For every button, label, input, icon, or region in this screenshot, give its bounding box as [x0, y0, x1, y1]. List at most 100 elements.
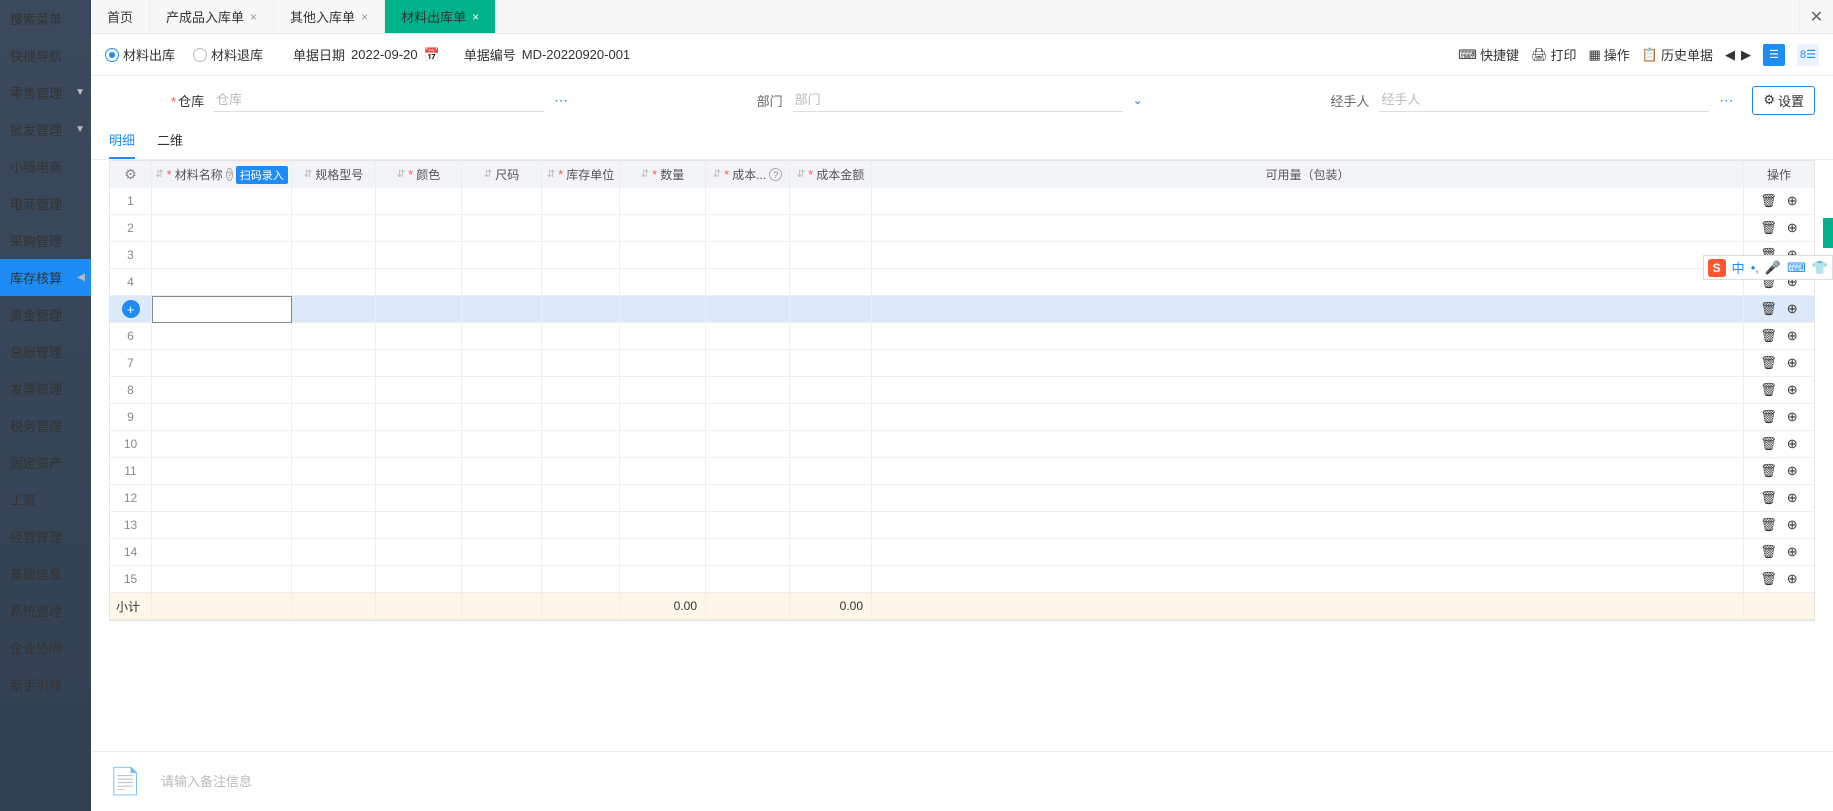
delete-icon[interactable]: 🗑 [1760, 490, 1777, 506]
insert-icon[interactable]: ⊕ [1787, 301, 1798, 317]
help-icon[interactable]: ? [226, 168, 233, 181]
next-doc-icon[interactable]: ▶ [1741, 47, 1751, 63]
sidebar-item-1[interactable]: 快捷导航 [0, 37, 91, 74]
table-row[interactable]: 9🗑⊕ [110, 404, 1814, 431]
col-header[interactable]: ⇵尺码 [462, 161, 542, 188]
delete-icon[interactable]: 🗑 [1760, 544, 1777, 560]
table-row[interactable]: 13🗑⊕ [110, 512, 1814, 539]
doc-date-value[interactable]: 2022-09-20 [351, 47, 418, 62]
table-cell[interactable] [152, 296, 292, 323]
col-header[interactable]: ⚙ [110, 161, 152, 188]
col-header[interactable]: ⇵*成本金额 [790, 161, 872, 188]
sidebar-item-17[interactable]: 企业协同 [0, 629, 91, 666]
insert-icon[interactable]: ⊕ [1787, 409, 1798, 425]
sidebar-item-14[interactable]: 经营管理 [0, 518, 91, 555]
radio-material-out[interactable]: 材料出库 [105, 45, 175, 64]
side-handle[interactable] [1823, 218, 1833, 248]
sidebar-item-12[interactable]: 固定资产 [0, 444, 91, 481]
ime-lang[interactable]: 中 [1732, 258, 1745, 277]
sidebar-item-15[interactable]: 基础信息 [0, 555, 91, 592]
insert-icon[interactable]: ⊕ [1787, 436, 1798, 452]
sidebar-item-10[interactable]: 发票管理 [0, 370, 91, 407]
delete-icon[interactable]: 🗑 [1760, 517, 1777, 533]
delete-icon[interactable]: 🗑 [1760, 409, 1777, 425]
print-button[interactable]: 🖨打印 [1531, 45, 1577, 64]
sidebar-item-5[interactable]: 电商管理 [0, 185, 91, 222]
ime-kbd-icon[interactable]: ⌨ [1787, 260, 1806, 276]
table-row[interactable]: 10🗑⊕ [110, 431, 1814, 458]
table-row[interactable]: 11🗑⊕ [110, 458, 1814, 485]
insert-icon[interactable]: ⊕ [1787, 571, 1798, 587]
add-row-icon[interactable]: + [122, 300, 140, 318]
sidebar-item-11[interactable]: 税务管理 [0, 407, 91, 444]
history-button[interactable]: 📋历史单据 [1642, 45, 1713, 64]
table-row[interactable]: 6🗑⊕ [110, 323, 1814, 350]
delete-icon[interactable]: 🗑 [1760, 220, 1777, 236]
sidebar-item-18[interactable]: 新手引导 [0, 666, 91, 703]
calendar-icon[interactable]: 📅 [424, 47, 440, 63]
scan-tag[interactable]: 扫码录入 [236, 166, 288, 184]
table-row[interactable]: 7🗑⊕ [110, 350, 1814, 377]
table-row[interactable]: 1🗑⊕ [110, 188, 1814, 215]
col-header[interactable]: 可用量（包装） [872, 161, 1744, 188]
operation-button[interactable]: ▦操作 [1588, 45, 1629, 64]
sidebar-item-2[interactable]: 零售管理▼ [0, 74, 91, 111]
close-all-tabs[interactable]: ✕ [1799, 0, 1833, 34]
settings-button[interactable]: ⚙设置 [1752, 86, 1815, 115]
delete-icon[interactable]: 🗑 [1760, 328, 1777, 344]
insert-icon[interactable]: ⊕ [1787, 463, 1798, 479]
table-row[interactable]: 14🗑⊕ [110, 539, 1814, 566]
col-header[interactable]: ⇵*材料名称 ? 扫码录入 [152, 161, 292, 188]
dept-dropdown-icon[interactable]: ⌄ [1133, 93, 1143, 107]
delete-icon[interactable]: 🗑 [1760, 355, 1777, 371]
sidebar-item-3[interactable]: 批发管理▼ [0, 111, 91, 148]
subtab-detail[interactable]: 明细 [109, 130, 135, 159]
ime-mic-icon[interactable]: 🎤 [1765, 260, 1781, 276]
table-row[interactable]: 12🗑⊕ [110, 485, 1814, 512]
sidebar-item-16[interactable]: 系统管理 [0, 592, 91, 629]
col-header[interactable]: ⇵规格型号 [292, 161, 376, 188]
insert-icon[interactable]: ⊕ [1787, 544, 1798, 560]
tab-0[interactable]: 首页 [91, 0, 150, 33]
insert-icon[interactable]: ⊕ [1787, 490, 1798, 506]
sidebar-item-8[interactable]: 资金管理 [0, 296, 91, 333]
remark-input[interactable] [161, 768, 1815, 795]
table-row[interactable]: + 🗑 ⊕ [110, 296, 1814, 323]
prev-doc-icon[interactable]: ◀ [1725, 47, 1735, 63]
gear-icon[interactable]: ⚙ [124, 166, 137, 183]
tab-2[interactable]: 其他入库单× [274, 0, 385, 33]
table-row[interactable]: 15🗑⊕ [110, 566, 1814, 593]
col-header[interactable]: ⇵*颜色 [376, 161, 462, 188]
delete-icon[interactable]: 🗑 [1760, 301, 1777, 317]
warehouse-input[interactable] [214, 88, 544, 112]
dept-input[interactable] [793, 88, 1123, 112]
close-icon[interactable]: × [361, 10, 368, 24]
table-row[interactable]: 4🗑⊕ [110, 269, 1814, 296]
shortcut-button[interactable]: ⌨快捷键 [1458, 45, 1519, 64]
help-icon[interactable]: ? [769, 168, 782, 181]
table-row[interactable]: 2🗑⊕ [110, 215, 1814, 242]
tab-1[interactable]: 产成品入库单× [150, 0, 274, 33]
sidebar-item-6[interactable]: 采购管理 [0, 222, 91, 259]
sidebar-item-9[interactable]: 总账管理 [0, 333, 91, 370]
delete-icon[interactable]: 🗑 [1760, 571, 1777, 587]
table-row[interactable]: 3🗑⊕ [110, 242, 1814, 269]
ime-dot-icon[interactable]: •, [1751, 260, 1759, 275]
insert-icon[interactable]: ⊕ [1787, 382, 1798, 398]
close-icon[interactable]: × [250, 10, 257, 24]
insert-icon[interactable]: ⊕ [1787, 193, 1798, 209]
view-mode-1[interactable]: ☰ [1763, 44, 1785, 66]
sidebar-item-0[interactable]: 搜索菜单 [0, 0, 91, 37]
insert-icon[interactable]: ⊕ [1787, 220, 1798, 236]
tab-3[interactable]: 材料出库单× [385, 0, 496, 33]
col-header[interactable]: ⇵*库存单位 [542, 161, 620, 188]
sidebar-item-13[interactable]: 工资 [0, 481, 91, 518]
insert-icon[interactable]: ⊕ [1787, 517, 1798, 533]
insert-icon[interactable]: ⊕ [1787, 328, 1798, 344]
warehouse-more-icon[interactable]: ⋯ [554, 92, 569, 109]
delete-icon[interactable]: 🗑 [1760, 463, 1777, 479]
close-icon[interactable]: × [472, 10, 479, 24]
radio-material-return[interactable]: 材料退库 [193, 45, 263, 64]
ime-person-icon[interactable]: 👕 [1812, 260, 1828, 276]
sidebar-item-7[interactable]: 库存核算◀ [0, 259, 91, 296]
